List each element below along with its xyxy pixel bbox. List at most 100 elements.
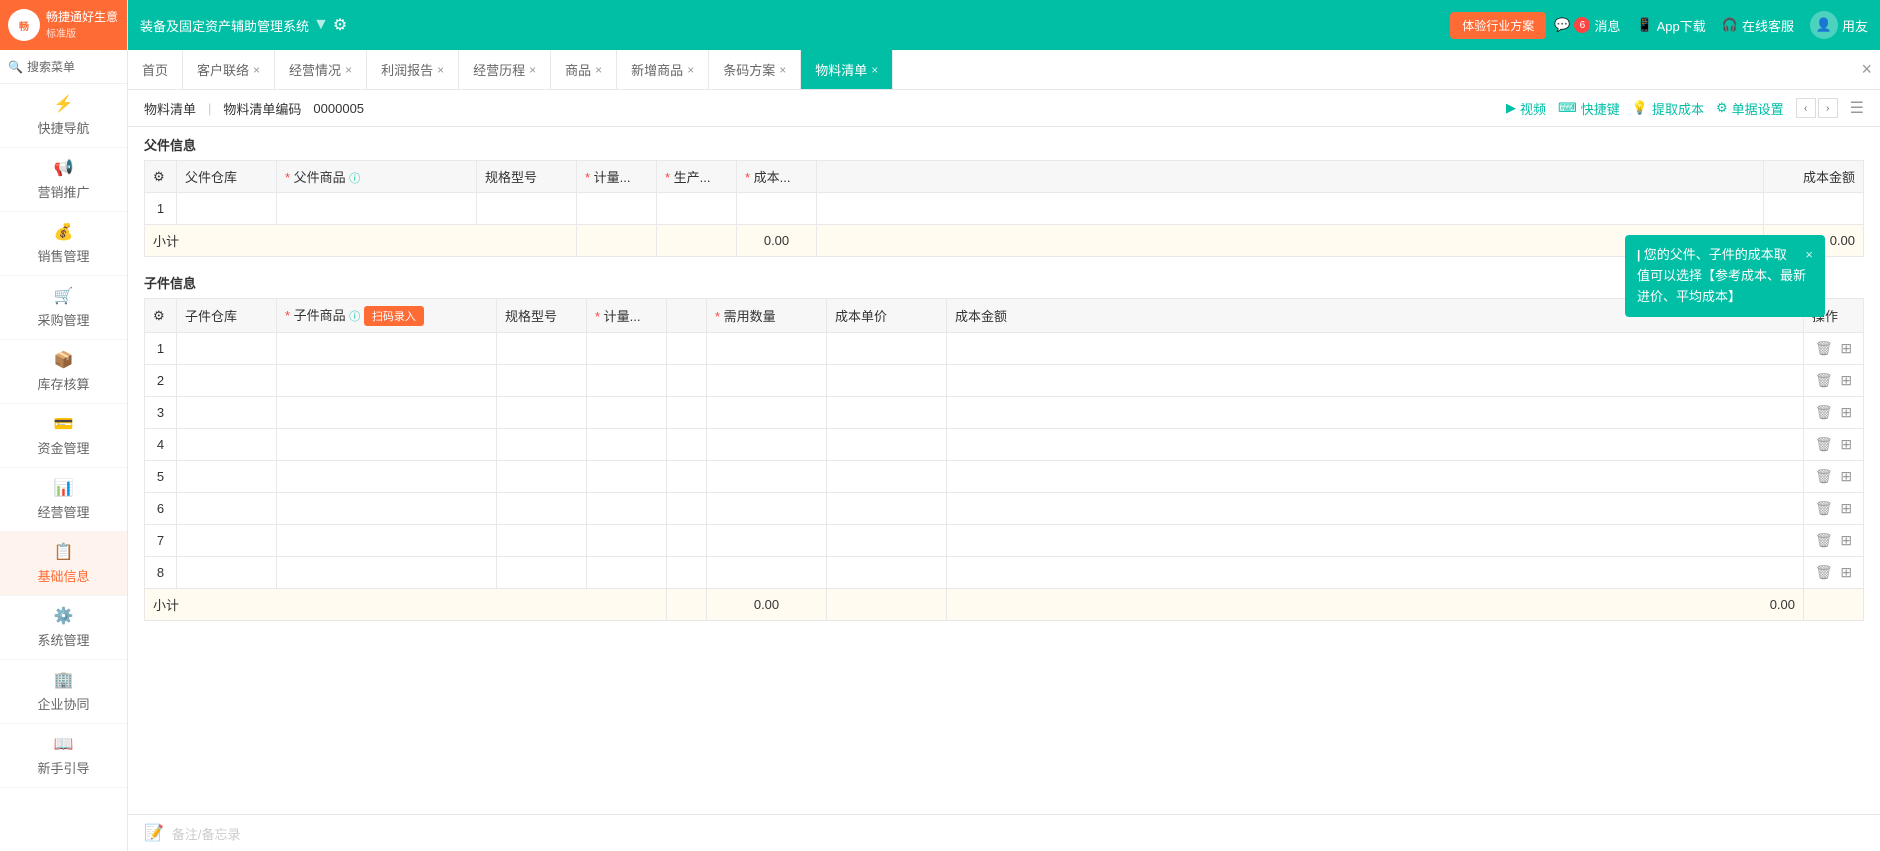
user-item[interactable]: 👤 用友: [1810, 11, 1868, 39]
tab-new-goods-close[interactable]: ×: [687, 63, 694, 77]
child-unit-cost-cell[interactable]: [827, 493, 947, 525]
child-unit-cost-cell[interactable]: [827, 429, 947, 461]
child-spec-cell[interactable]: [497, 461, 587, 493]
child-quantity-cell[interactable]: [707, 557, 827, 589]
delete-icon[interactable]: 🗑: [1815, 340, 1833, 356]
child-warehouse-cell[interactable]: [177, 461, 277, 493]
child-warehouse-cell[interactable]: [177, 365, 277, 397]
child-warehouse-cell[interactable]: [177, 557, 277, 589]
pag-prev-btn[interactable]: ‹: [1796, 98, 1816, 118]
delete-icon[interactable]: 🗑: [1815, 500, 1833, 516]
breadcrumb-bom[interactable]: 物料清单: [144, 99, 196, 118]
child-warehouse-cell[interactable]: [177, 493, 277, 525]
layout-icon[interactable]: ☰: [1850, 98, 1864, 118]
child-unit-cell[interactable]: [587, 397, 667, 429]
delete-icon[interactable]: 🗑: [1815, 532, 1833, 548]
action-settings[interactable]: ⚙ 单据设置: [1716, 99, 1784, 118]
sidebar-search[interactable]: 🔍 搜索菜单: [0, 50, 127, 84]
child-product-cell[interactable]: [277, 557, 497, 589]
child-unit-cost-cell[interactable]: [827, 525, 947, 557]
sidebar-item-sales[interactable]: 💰 销售管理: [0, 212, 127, 276]
tab-history[interactable]: 经营历程 ×: [459, 50, 551, 90]
tooltip-close-btn[interactable]: ×: [1805, 245, 1813, 266]
child-product-cell[interactable]: [277, 461, 497, 493]
child-unit-cost-cell[interactable]: [827, 461, 947, 493]
tab-goods[interactable]: 商品 ×: [551, 50, 617, 90]
tab-customer[interactable]: 客户联络 ×: [183, 50, 275, 90]
app-download-item[interactable]: 📱 App下载: [1636, 16, 1705, 35]
tab-operations-close[interactable]: ×: [345, 63, 352, 77]
copy-icon[interactable]: ⊞: [1840, 468, 1852, 484]
parent-spec-cell[interactable]: [477, 193, 577, 225]
message-item[interactable]: 💬 6 消息: [1554, 16, 1620, 35]
child-product-cell[interactable]: [277, 397, 497, 429]
child-quantity-cell[interactable]: [707, 397, 827, 429]
copy-icon[interactable]: ⊞: [1840, 564, 1852, 580]
delete-icon[interactable]: 🗑: [1815, 564, 1833, 580]
child-warehouse-cell[interactable]: [177, 525, 277, 557]
sidebar-item-quick-nav[interactable]: ⚡ 快捷导航: [0, 84, 127, 148]
child-spec-cell[interactable]: [497, 557, 587, 589]
tab-history-close[interactable]: ×: [529, 63, 536, 77]
child-warehouse-cell[interactable]: [177, 429, 277, 461]
child-product-cell[interactable]: [277, 429, 497, 461]
copy-icon[interactable]: ⊞: [1840, 340, 1852, 356]
tab-goods-close[interactable]: ×: [595, 63, 602, 77]
sidebar-item-enterprise[interactable]: 🏢 企业协同: [0, 660, 127, 724]
tab-operations[interactable]: 经营情况 ×: [275, 50, 367, 90]
delete-icon[interactable]: 🗑: [1815, 468, 1833, 484]
parent-unit-cell[interactable]: [577, 193, 657, 225]
tab-profit[interactable]: 利润报告 ×: [367, 50, 459, 90]
pag-next-btn[interactable]: ›: [1818, 98, 1838, 118]
copy-icon[interactable]: ⊞: [1840, 404, 1852, 420]
child-warehouse-cell[interactable]: [177, 333, 277, 365]
child-spec-cell[interactable]: [497, 365, 587, 397]
tab-home[interactable]: 首页: [128, 50, 183, 90]
child-product-cell[interactable]: [277, 493, 497, 525]
child-product-cell[interactable]: [277, 365, 497, 397]
child-spec-cell[interactable]: [497, 493, 587, 525]
topbar-dropdown-arrow[interactable]: ▼: [313, 16, 329, 34]
online-service-item[interactable]: 🎧 在线客服: [1722, 16, 1794, 35]
tab-new-goods[interactable]: 新增商品 ×: [617, 50, 709, 90]
child-unit-cell[interactable]: [587, 557, 667, 589]
child-unit-cell[interactable]: [587, 429, 667, 461]
child-quantity-cell[interactable]: [707, 461, 827, 493]
child-unit-cost-cell[interactable]: [827, 557, 947, 589]
tab-profit-close[interactable]: ×: [437, 63, 444, 77]
child-unit-cell[interactable]: [587, 461, 667, 493]
copy-icon[interactable]: ⊞: [1840, 532, 1852, 548]
parent-warehouse-cell[interactable]: [177, 193, 277, 225]
tab-bom-close[interactable]: ×: [871, 63, 878, 77]
child-unit-cell[interactable]: [587, 525, 667, 557]
child-product-cell[interactable]: [277, 525, 497, 557]
topbar-gear-icon[interactable]: ⚙: [333, 15, 347, 35]
sidebar-item-basic-info[interactable]: 📋 基础信息: [0, 532, 127, 596]
try-btn[interactable]: 体验行业方案: [1450, 12, 1546, 39]
tab-bom[interactable]: 物料清单 ×: [801, 50, 893, 90]
child-quantity-cell[interactable]: [707, 365, 827, 397]
sidebar-item-guide[interactable]: 📖 新手引导: [0, 724, 127, 788]
child-unit-cell[interactable]: [587, 333, 667, 365]
child-unit-cell[interactable]: [587, 365, 667, 397]
child-unit-cost-cell[interactable]: [827, 333, 947, 365]
action-cost[interactable]: 💡 提取成本: [1632, 99, 1704, 118]
tab-customer-close[interactable]: ×: [253, 63, 260, 77]
child-quantity-cell[interactable]: [707, 525, 827, 557]
sidebar-item-purchase[interactable]: 🛒 采购管理: [0, 276, 127, 340]
child-unit-cell[interactable]: [587, 493, 667, 525]
sidebar-item-finance[interactable]: 💳 资金管理: [0, 404, 127, 468]
parent-cost-cell[interactable]: [737, 193, 817, 225]
child-product-cell[interactable]: [277, 333, 497, 365]
delete-icon[interactable]: 🗑: [1815, 436, 1833, 452]
parent-prod-cell[interactable]: [657, 193, 737, 225]
action-shortcut[interactable]: ⌨ 快捷键: [1558, 99, 1620, 118]
child-spec-cell[interactable]: [497, 525, 587, 557]
delete-icon[interactable]: 🗑: [1815, 372, 1833, 388]
sidebar-item-inventory[interactable]: 📦 库存核算: [0, 340, 127, 404]
child-spec-cell[interactable]: [497, 333, 587, 365]
child-unit-cost-cell[interactable]: [827, 397, 947, 429]
child-unit-cost-cell[interactable]: [827, 365, 947, 397]
sidebar-item-operations[interactable]: 📊 经营管理: [0, 468, 127, 532]
delete-icon[interactable]: 🗑: [1815, 404, 1833, 420]
